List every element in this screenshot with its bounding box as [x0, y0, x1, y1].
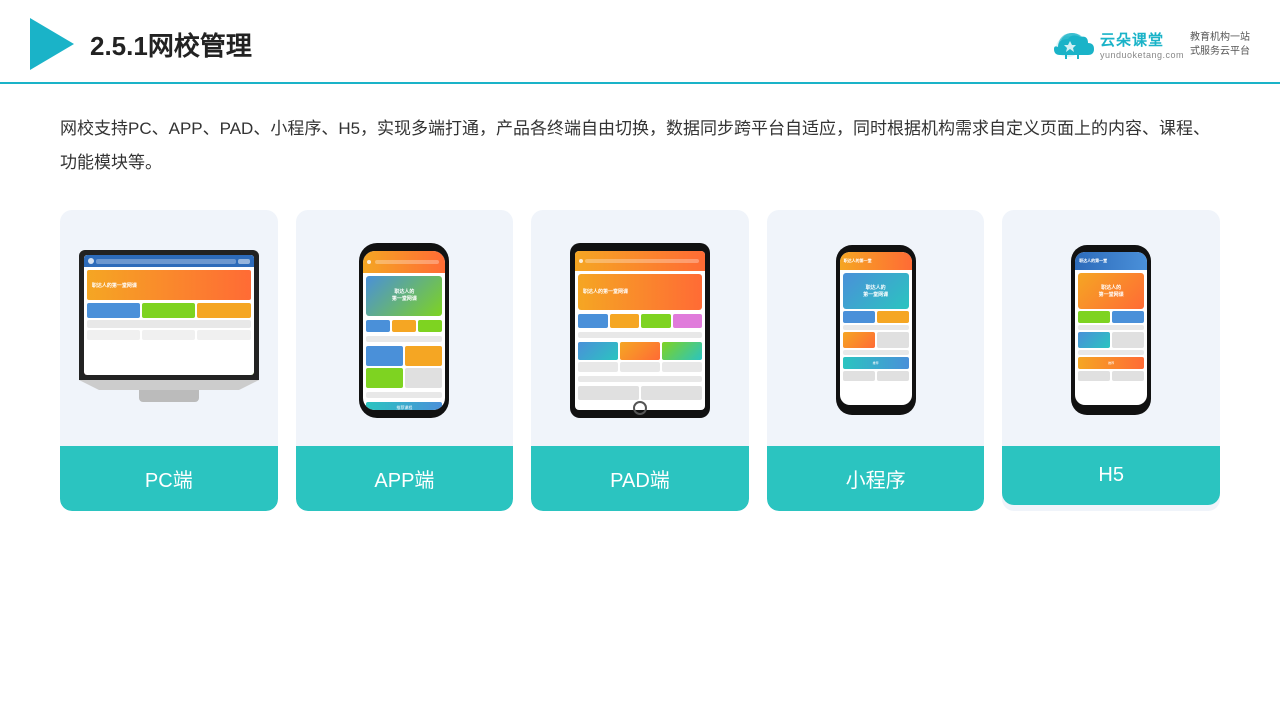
card-pad: 职达人的第一堂网课: [531, 210, 749, 511]
description-text: 网校支持PC、APP、PAD、小程序、H5，实现多端打通，产品各终端自由切换，数…: [60, 112, 1220, 180]
h5-phone-icon: 职达人的第一堂 职达人的第一堂网课: [1071, 245, 1151, 415]
card-app: 职达人的第一堂网课: [296, 210, 514, 511]
card-pc: 职达人的第一堂网课: [60, 210, 278, 511]
brand-logo: 云朵课堂 yunduoketang.com 教育机构一站式服务云平台: [1050, 29, 1250, 60]
card-miniprogram: 职达人的第一堂 职达人的第一堂网课: [767, 210, 985, 511]
brand-text-col: 云朵课堂 yunduoketang.com: [1100, 29, 1184, 60]
brand-url: yunduoketang.com: [1100, 50, 1184, 60]
card-pad-label: PAD端: [531, 446, 749, 511]
page-title: 2.5.1网校管理: [90, 26, 252, 63]
card-h5-image: 职达人的第一堂 职达人的第一堂网课: [1002, 230, 1220, 430]
brand-slogan: 教育机构一站式服务云平台: [1190, 31, 1250, 59]
card-app-image: 职达人的第一堂网课: [296, 230, 514, 430]
card-miniprogram-image: 职达人的第一堂 职达人的第一堂网课: [767, 230, 985, 430]
card-pad-image: 职达人的第一堂网课: [531, 230, 749, 430]
cloud-icon: [1050, 29, 1094, 59]
card-h5: 职达人的第一堂 职达人的第一堂网课: [1002, 210, 1220, 511]
card-app-label: APP端: [296, 446, 514, 511]
card-pc-label: PC端: [60, 446, 278, 511]
pc-monitor-icon: 职达人的第一堂网课: [79, 250, 259, 410]
header-left: 2.5.1网校管理: [30, 18, 252, 70]
main-content: 网校支持PC、APP、PAD、小程序、H5，实现多端打通，产品各终端自由切换，数…: [0, 84, 1280, 531]
header: 2.5.1网校管理 云朵课堂 yunduoketang.com 教育机构一站式服…: [0, 0, 1280, 84]
header-right: 云朵课堂 yunduoketang.com 教育机构一站式服务云平台: [1050, 29, 1250, 60]
cards-container: 职达人的第一堂网课: [60, 210, 1220, 511]
app-phone-icon: 职达人的第一堂网课: [359, 243, 449, 418]
card-pc-image: 职达人的第一堂网课: [60, 230, 278, 430]
logo-triangle-icon: [30, 18, 74, 70]
brand-name: 云朵课堂: [1100, 29, 1164, 50]
miniprogram-phone-icon: 职达人的第一堂 职达人的第一堂网课: [836, 245, 916, 415]
card-miniprogram-label: 小程序: [767, 446, 985, 511]
pad-tablet-icon: 职达人的第一堂网课: [570, 243, 710, 418]
card-h5-label: H5: [1002, 446, 1220, 505]
